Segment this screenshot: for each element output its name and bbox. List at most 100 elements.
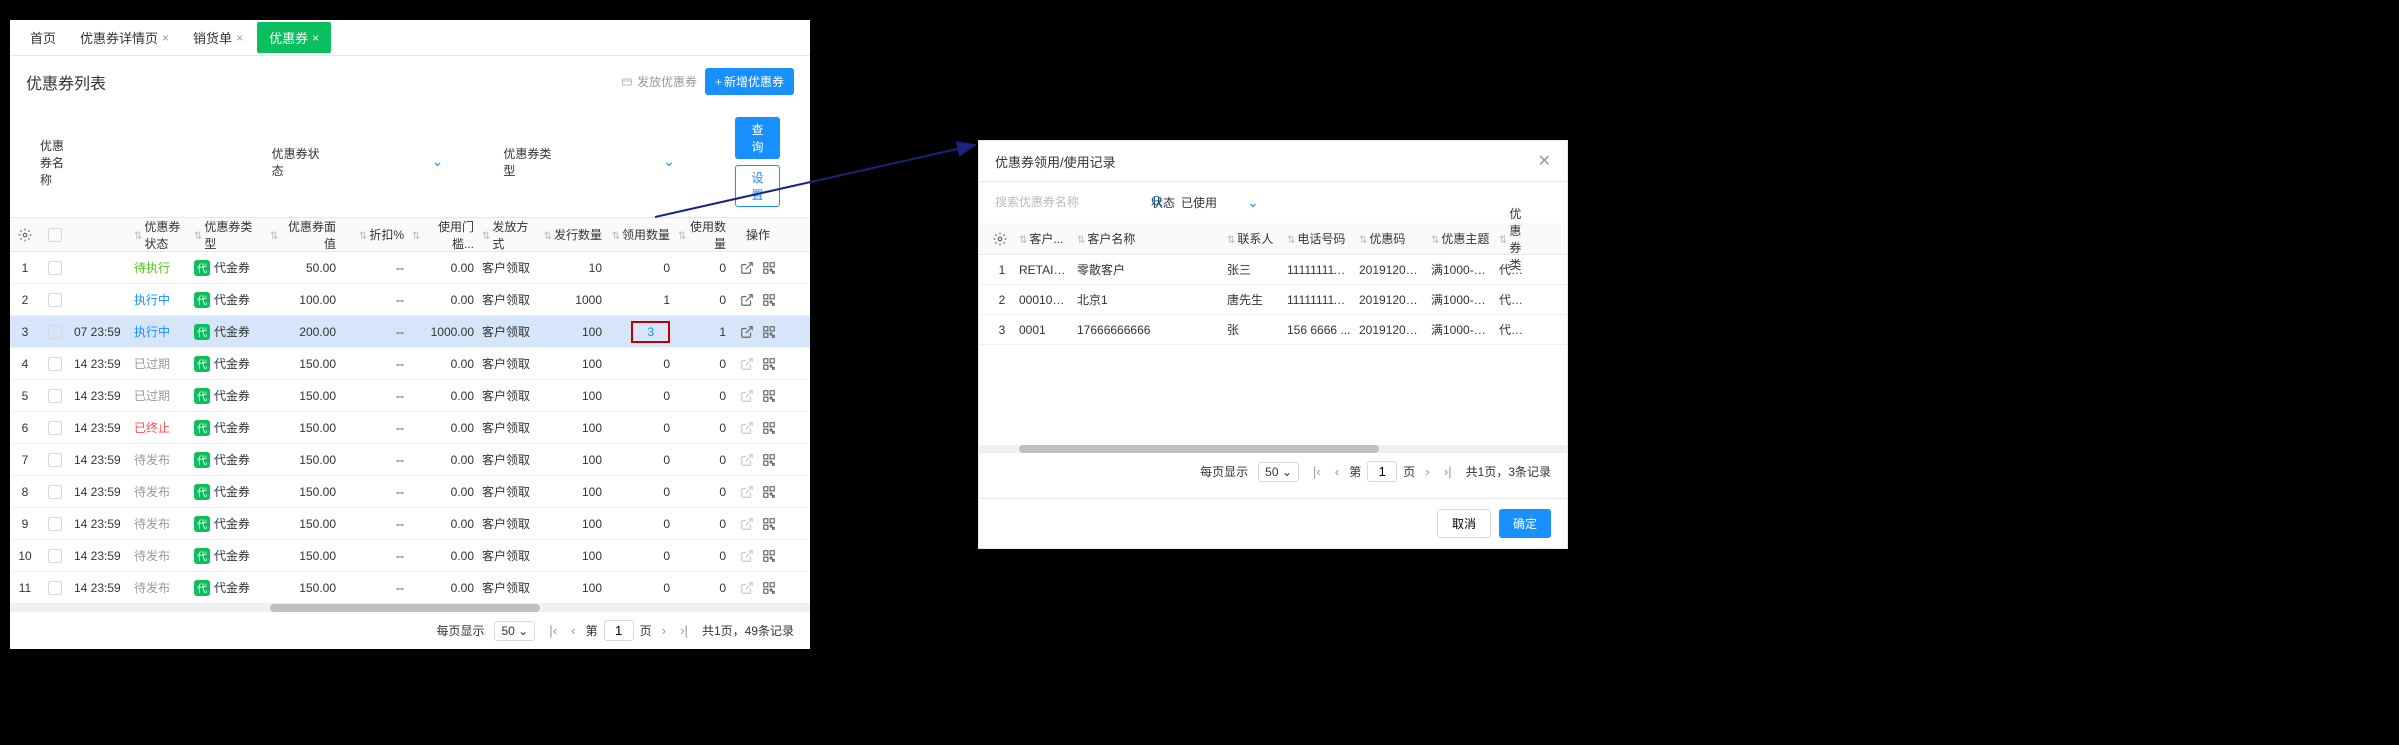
table-row[interactable]: 2 执行中 代代金券 100.00 -- 0.00 客户领取 1000 1 0 — [10, 284, 810, 316]
qr-icon[interactable] — [762, 485, 776, 499]
next-page-button[interactable]: › — [658, 621, 670, 640]
tab[interactable]: 销货单× — [183, 22, 253, 53]
modal-table-row[interactable]: 2 00010001 北京1 唐先生 11111111111 20191207O… — [979, 285, 1567, 315]
qr-icon[interactable] — [762, 549, 776, 563]
filter-status-select[interactable]: ⌄ — [327, 150, 443, 174]
row-checkbox[interactable] — [48, 453, 62, 467]
row-checkbox[interactable] — [48, 293, 62, 307]
mheader-custno[interactable]: 客户... — [1015, 230, 1073, 247]
row-checkbox-cell — [40, 357, 70, 371]
table-row[interactable]: 6 14 23:59 已终止 代代金券 150.00 -- 0.00 客户领取 … — [10, 412, 810, 444]
row-checkbox[interactable] — [48, 357, 62, 371]
table-header: 优惠券状态 优惠券类型 优惠券面值 折扣% 使用门槛... 发放方式 发行数量 … — [10, 218, 810, 252]
header-threshold[interactable]: 使用门槛... — [408, 218, 478, 252]
row-checkbox[interactable] — [48, 485, 62, 499]
table-row[interactable]: 10 14 23:59 待发布 代代金券 150.00 -- 0.00 客户领取… — [10, 540, 810, 572]
filter-type-select[interactable]: ⌄ — [559, 150, 675, 174]
qr-icon[interactable] — [762, 453, 776, 467]
close-icon[interactable]: × — [312, 31, 319, 45]
modal-table-row[interactable]: 1 RETAIL... 零散客户 张三 11111111111 20191207… — [979, 255, 1567, 285]
row-checkbox[interactable] — [48, 261, 62, 275]
tab[interactable]: 优惠券× — [257, 22, 331, 53]
add-coupon-button[interactable]: + 新增优惠券 — [705, 68, 794, 95]
gear-icon[interactable] — [10, 228, 40, 242]
modal-prev-page-button[interactable]: ‹ — [1331, 462, 1343, 481]
header-value[interactable]: 优惠券面值 — [266, 218, 340, 252]
tab[interactable]: 优惠券详情页× — [70, 22, 179, 53]
qr-icon[interactable] — [762, 421, 776, 435]
modal-search-input[interactable] — [995, 192, 1150, 212]
qr-icon[interactable] — [762, 261, 776, 275]
modal-status-select[interactable]: 已使用 ⌄ — [1181, 194, 1259, 211]
row-used: 0 — [674, 517, 730, 531]
row-checkbox[interactable] — [48, 325, 62, 339]
gear-icon[interactable] — [989, 232, 1015, 246]
mheader-contact[interactable]: 联系人 — [1223, 230, 1283, 247]
close-icon[interactable]: × — [162, 31, 169, 45]
modal-horizontal-scrollbar[interactable] — [979, 445, 1567, 453]
table-row[interactable]: 1 待执行 代代金券 50.00 -- 0.00 客户领取 10 0 0 — [10, 252, 810, 284]
qr-icon[interactable] — [762, 389, 776, 403]
modal-per-page-select[interactable]: 50 ⌄ — [1258, 462, 1299, 482]
header-received[interactable]: 领用数量 — [606, 226, 674, 243]
table-row[interactable]: 4 14 23:59 已过期 代代金券 150.00 -- 0.00 客户领取 … — [10, 348, 810, 380]
ok-button[interactable]: 确定 — [1499, 509, 1551, 538]
close-icon[interactable]: × — [236, 31, 243, 45]
qr-icon[interactable] — [762, 517, 776, 531]
settings-button[interactable]: 设置 — [735, 165, 780, 207]
first-page-button[interactable]: |‹ — [545, 621, 561, 640]
qr-icon[interactable] — [762, 293, 776, 307]
table-row[interactable]: 8 14 23:59 待发布 代代金券 150.00 -- 0.00 客户领取 … — [10, 476, 810, 508]
modal-last-page-button[interactable]: ›| — [1440, 462, 1456, 481]
filter-name-input[interactable] — [72, 152, 212, 173]
header-method[interactable]: 发放方式 — [478, 218, 538, 252]
table-row[interactable]: 7 14 23:59 待发布 代代金券 150.00 -- 0.00 客户领取 … — [10, 444, 810, 476]
row-checkbox[interactable] — [48, 517, 62, 531]
page-prefix: 第 — [586, 622, 598, 639]
share-icon[interactable] — [740, 293, 754, 307]
modal-table-row[interactable]: 3 0001 17666666666 张 156 6666 ... 201912… — [979, 315, 1567, 345]
row-checkbox[interactable] — [48, 389, 62, 403]
mheader-custname[interactable]: 客户名称 — [1073, 230, 1223, 247]
row-index: 6 — [10, 421, 40, 435]
tab[interactable]: 首页 — [20, 22, 66, 53]
cancel-button[interactable]: 取消 — [1437, 509, 1491, 538]
header-discount[interactable]: 折扣% — [340, 226, 408, 243]
received-count-highlight[interactable]: 3 — [631, 321, 670, 343]
search-button[interactable]: 查询 — [735, 117, 780, 159]
table-row[interactable]: 5 14 23:59 已过期 代代金券 150.00 -- 0.00 客户领取 … — [10, 380, 810, 412]
modal-scrollbar-thumb[interactable] — [1019, 445, 1379, 453]
modal-first-page-button[interactable]: |‹ — [1309, 462, 1325, 481]
header-status[interactable]: 优惠券状态 — [130, 218, 190, 252]
qr-icon[interactable] — [762, 581, 776, 595]
qr-icon[interactable] — [762, 357, 776, 371]
header-checkbox[interactable] — [48, 228, 62, 242]
per-page-select[interactable]: 50 ⌄ — [494, 621, 535, 641]
row-checkbox[interactable] — [48, 421, 62, 435]
scrollbar-thumb[interactable] — [270, 604, 540, 612]
mheader-phone[interactable]: 电话号码 — [1283, 230, 1355, 247]
mheader-code[interactable]: 优惠码 — [1355, 230, 1427, 247]
table-row[interactable]: 3 07 23:59 执行中 代代金券 200.00 -- 1000.00 客户… — [10, 316, 810, 348]
close-icon[interactable]: ✕ — [1538, 151, 1551, 171]
qr-icon[interactable] — [762, 325, 776, 339]
share-icon[interactable] — [740, 261, 754, 275]
row-received: 0 — [606, 549, 674, 563]
table-row[interactable]: 9 14 23:59 待发布 代代金券 150.00 -- 0.00 客户领取 … — [10, 508, 810, 540]
share-icon[interactable] — [740, 325, 754, 339]
header-issued[interactable]: 发行数量 — [538, 226, 606, 243]
row-type: 代代金券 — [190, 323, 266, 340]
table-row[interactable]: 11 14 23:59 待发布 代代金券 150.00 -- 0.00 客户领取… — [10, 572, 810, 604]
modal-next-page-button[interactable]: › — [1421, 462, 1433, 481]
modal-page-input[interactable] — [1367, 461, 1397, 482]
header-type[interactable]: 优惠券类型 — [190, 218, 266, 252]
row-checkbox[interactable] — [48, 581, 62, 595]
horizontal-scrollbar[interactable] — [10, 604, 810, 612]
page-input[interactable] — [604, 620, 634, 641]
last-page-button[interactable]: ›| — [676, 621, 692, 640]
row-discount: -- — [340, 581, 408, 595]
mheader-subject[interactable]: 优惠主题 — [1427, 230, 1495, 247]
prev-page-button[interactable]: ‹ — [567, 621, 579, 640]
header-used[interactable]: 使用数量 — [674, 218, 730, 252]
row-checkbox[interactable] — [48, 549, 62, 563]
